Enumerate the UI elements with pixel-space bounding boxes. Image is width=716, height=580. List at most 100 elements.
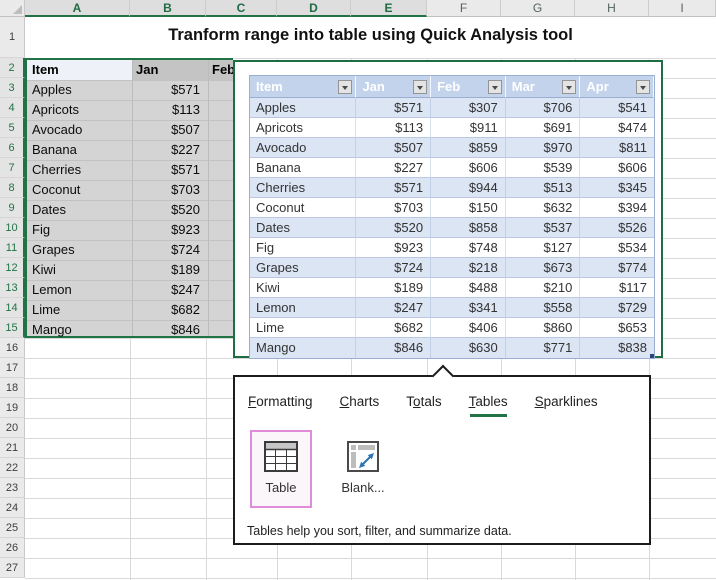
jan-value-cell[interactable]: $571 bbox=[132, 80, 200, 100]
row-header-17[interactable]: 17 bbox=[0, 358, 25, 378]
jan-value-cell[interactable]: $703 bbox=[132, 180, 200, 200]
row-header-3[interactable]: 3 bbox=[0, 78, 25, 98]
tab-tables[interactable]: Tables bbox=[469, 394, 508, 417]
column-header-H[interactable]: H bbox=[575, 0, 649, 17]
jan-value-cell[interactable]: $724 bbox=[132, 240, 200, 260]
preview-value-cell[interactable]: $923 bbox=[356, 238, 432, 258]
preview-value-cell[interactable]: $859 bbox=[431, 138, 506, 158]
preview-value-cell[interactable]: $858 bbox=[431, 218, 506, 238]
row-header-24[interactable]: 24 bbox=[0, 498, 25, 518]
column-header-F[interactable]: F bbox=[427, 0, 501, 17]
item-cell[interactable]: Lime bbox=[32, 300, 60, 320]
source-row-coconut[interactable]: Coconut $703 bbox=[27, 180, 235, 200]
preview-item-cell[interactable]: Grapes bbox=[250, 258, 357, 278]
preview-value-cell[interactable]: $150 bbox=[431, 198, 506, 218]
row-header-23[interactable]: 23 bbox=[0, 478, 25, 498]
row-header-13[interactable]: 13 bbox=[0, 278, 25, 298]
preview-value-cell[interactable]: $571 bbox=[356, 178, 432, 198]
preview-value-cell[interactable]: $210 bbox=[505, 278, 581, 298]
preview-value-cell[interactable]: $811 bbox=[580, 138, 655, 158]
preview-value-cell[interactable]: $632 bbox=[505, 198, 581, 218]
source-row-lime[interactable]: Lime $682 bbox=[27, 300, 235, 320]
preview-value-cell[interactable]: $606 bbox=[580, 158, 655, 178]
source-row-fig[interactable]: Fig $923 bbox=[27, 220, 235, 240]
jan-value-cell[interactable]: $571 bbox=[132, 160, 200, 180]
item-cell[interactable]: Kiwi bbox=[32, 260, 56, 280]
preview-value-cell[interactable]: $606 bbox=[431, 158, 506, 178]
preview-value-cell[interactable]: $189 bbox=[356, 278, 432, 298]
row-header-9[interactable]: 9 bbox=[0, 198, 25, 218]
item-cell[interactable]: Apples bbox=[32, 80, 72, 100]
item-cell[interactable]: Apricots bbox=[32, 100, 79, 120]
preview-value-cell[interactable]: $846 bbox=[356, 338, 432, 358]
cell-A2-item-header[interactable]: Item bbox=[27, 60, 132, 80]
row-header-4[interactable]: 4 bbox=[0, 98, 25, 118]
preview-item-cell[interactable]: Mango bbox=[250, 338, 357, 358]
preview-value-cell[interactable]: $860 bbox=[505, 318, 581, 338]
preview-value-cell[interactable]: $474 bbox=[580, 118, 655, 138]
preview-value-cell[interactable]: $774 bbox=[580, 258, 655, 278]
source-row-banana[interactable]: Banana $227 bbox=[27, 140, 235, 160]
row-header-25[interactable]: 25 bbox=[0, 518, 25, 538]
column-header-I[interactable]: I bbox=[649, 0, 716, 17]
preview-value-cell[interactable]: $539 bbox=[505, 158, 581, 178]
blank-option-button[interactable]: Blank... bbox=[332, 430, 394, 508]
source-row-dates[interactable]: Dates $520 bbox=[27, 200, 235, 220]
column-header-E[interactable]: E bbox=[351, 0, 427, 17]
preview-value-cell[interactable]: $127 bbox=[505, 238, 581, 258]
item-cell[interactable]: Fig bbox=[32, 220, 50, 240]
preview-value-cell[interactable]: $534 bbox=[580, 238, 655, 258]
preview-item-cell[interactable]: Kiwi bbox=[250, 278, 357, 298]
preview-value-cell[interactable]: $970 bbox=[505, 138, 581, 158]
preview-value-cell[interactable]: $771 bbox=[506, 338, 581, 358]
item-cell[interactable]: Mango bbox=[32, 320, 72, 340]
item-cell[interactable]: Avocado bbox=[32, 120, 82, 140]
source-row-avocado[interactable]: Avocado $507 bbox=[27, 120, 235, 140]
preview-item-cell[interactable]: Fig bbox=[250, 238, 357, 258]
item-cell[interactable]: Coconut bbox=[32, 180, 80, 200]
jan-value-cell[interactable]: $189 bbox=[132, 260, 200, 280]
preview-value-cell[interactable]: $218 bbox=[431, 258, 506, 278]
filter-dropdown-button[interactable] bbox=[636, 80, 651, 94]
preview-value-cell[interactable]: $227 bbox=[356, 158, 432, 178]
jan-value-cell[interactable]: $846 bbox=[132, 320, 200, 340]
item-cell[interactable]: Cherries bbox=[32, 160, 81, 180]
preview-value-cell[interactable]: $724 bbox=[356, 258, 432, 278]
tab-charts[interactable]: Charts bbox=[340, 394, 380, 409]
preview-value-cell[interactable]: $673 bbox=[505, 258, 581, 278]
preview-item-cell[interactable]: Coconut bbox=[250, 198, 357, 218]
item-cell[interactable]: Lemon bbox=[32, 280, 72, 300]
preview-value-cell[interactable]: $706 bbox=[505, 98, 581, 118]
row-header-27[interactable]: 27 bbox=[0, 558, 25, 578]
preview-value-cell[interactable]: $558 bbox=[505, 298, 581, 318]
row-header-19[interactable]: 19 bbox=[0, 398, 25, 418]
preview-item-cell[interactable]: Lemon bbox=[250, 298, 357, 318]
preview-item-cell[interactable]: Apples bbox=[250, 98, 357, 118]
row-header-21[interactable]: 21 bbox=[0, 438, 25, 458]
jan-value-cell[interactable]: $227 bbox=[132, 140, 200, 160]
row-header-22[interactable]: 22 bbox=[0, 458, 25, 478]
preview-value-cell[interactable]: $838 bbox=[580, 338, 655, 358]
preview-value-cell[interactable]: $507 bbox=[356, 138, 432, 158]
selected-range[interactable]: Item Jan Feb Apples $571 Apricots $113 Avoca… bbox=[25, 58, 235, 340]
jan-value-cell[interactable]: $247 bbox=[132, 280, 200, 300]
item-cell[interactable]: Banana bbox=[32, 140, 77, 160]
preview-value-cell[interactable]: $729 bbox=[580, 298, 655, 318]
preview-item-cell[interactable]: Cherries bbox=[250, 178, 357, 198]
preview-item-cell[interactable]: Banana bbox=[250, 158, 357, 178]
column-header-B[interactable]: B bbox=[130, 0, 206, 17]
row-header-11[interactable]: 11 bbox=[0, 238, 25, 258]
source-row-mango[interactable]: Mango $846 bbox=[27, 320, 235, 340]
item-cell[interactable]: Grapes bbox=[32, 240, 75, 260]
preview-value-cell[interactable]: $345 bbox=[580, 178, 655, 198]
preview-item-cell[interactable]: Avocado bbox=[250, 138, 357, 158]
select-all-button[interactable] bbox=[0, 0, 25, 17]
source-row-lemon[interactable]: Lemon $247 bbox=[27, 280, 235, 300]
preview-value-cell[interactable]: $911 bbox=[431, 118, 506, 138]
preview-value-cell[interactable]: $488 bbox=[431, 278, 506, 298]
source-row-apricots[interactable]: Apricots $113 bbox=[27, 100, 235, 120]
tab-formatting[interactable]: Formatting bbox=[248, 394, 313, 409]
jan-value-cell[interactable]: $682 bbox=[132, 300, 200, 320]
preview-value-cell[interactable]: $113 bbox=[356, 118, 432, 138]
source-row-grapes[interactable]: Grapes $724 bbox=[27, 240, 235, 260]
